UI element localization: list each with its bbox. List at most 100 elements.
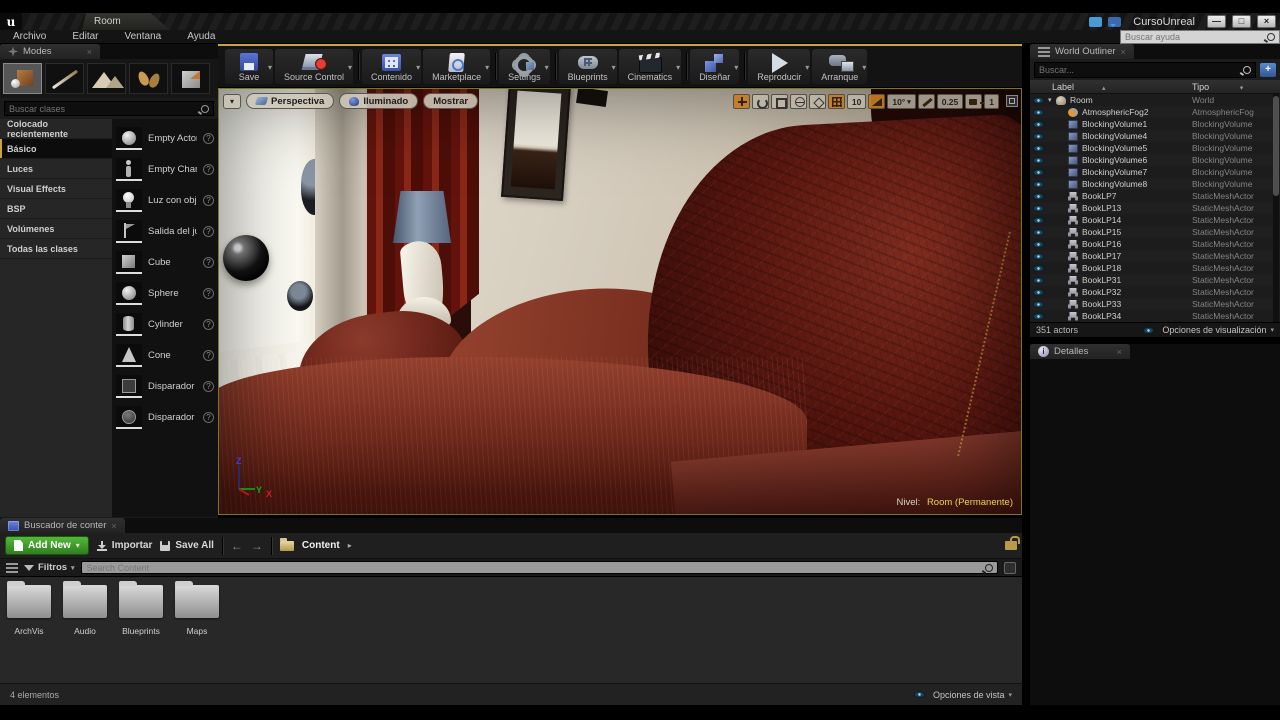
help-circle-icon[interactable]: ?: [203, 164, 214, 175]
help-circle-icon[interactable]: ?: [203, 257, 214, 268]
lit-mode-button[interactable]: Iluminado: [339, 93, 419, 109]
placeable-item[interactable]: Empty Chara ?: [112, 154, 218, 185]
help-circle-icon[interactable]: ?: [203, 350, 214, 361]
outliner-row[interactable]: BlockingVolume6 BlockingVolume: [1030, 154, 1280, 166]
mode-tool-button[interactable]: [3, 63, 42, 94]
outliner-scrollbar[interactable]: [1273, 94, 1279, 322]
outliner-row[interactable]: BookLP17 StaticMeshActor: [1030, 250, 1280, 262]
folder-item[interactable]: Blueprints: [118, 581, 164, 676]
placeable-item[interactable]: Salida del jug ?: [112, 216, 218, 247]
class-category[interactable]: BSP: [0, 199, 112, 219]
placeable-item[interactable]: Empty Actor ?: [112, 123, 218, 154]
outliner-row[interactable]: ▾ Room World: [1030, 94, 1280, 106]
tab-world-outliner[interactable]: World Outliner ×: [1030, 44, 1134, 59]
dropdown-caret-icon[interactable]: ▾: [416, 63, 420, 72]
outliner-row[interactable]: BookLP13 StaticMeshActor: [1030, 202, 1280, 214]
save-search-icon[interactable]: [1004, 561, 1016, 574]
outliner-row[interactable]: BookLP18 StaticMeshActor: [1030, 262, 1280, 274]
outliner-row[interactable]: BlockingVolume1 BlockingVolume: [1030, 118, 1280, 130]
class-category[interactable]: Colocado recientemente: [0, 119, 112, 139]
dropdown-caret-icon[interactable]: ▾: [268, 63, 272, 72]
dropdown-caret-icon[interactable]: ▾: [676, 63, 680, 72]
visibility-eye-icon[interactable]: [1033, 288, 1044, 296]
visibility-eye-icon[interactable]: [1033, 204, 1044, 212]
expand-caret-icon[interactable]: ▾: [1048, 96, 1056, 104]
scale-snap-button[interactable]: [917, 94, 935, 109]
visibility-eye-icon[interactable]: [1033, 156, 1044, 164]
rotation-snap-button[interactable]: [868, 94, 886, 109]
class-search-box[interactable]: [4, 101, 214, 116]
outliner-search-input[interactable]: [1035, 65, 1243, 75]
dropdown-caret-icon[interactable]: ▾: [862, 63, 866, 72]
dropdown-caret-icon[interactable]: ▾: [545, 63, 549, 72]
maximize-viewport-button[interactable]: [1006, 95, 1018, 107]
close-tab-icon[interactable]: ×: [1121, 47, 1126, 57]
column-type[interactable]: Tipo ▾: [1192, 82, 1280, 92]
tab-details[interactable]: i Detalles ×: [1030, 344, 1130, 359]
forum-bubble-icon[interactable]: [1108, 16, 1122, 27]
view-list-icon[interactable]: [6, 562, 18, 573]
visibility-eye-icon[interactable]: [1033, 312, 1044, 320]
create-actor-button[interactable]: +: [1260, 63, 1276, 77]
filters-button[interactable]: Filtros ▾: [24, 562, 75, 573]
close-tab-icon[interactable]: ×: [87, 47, 92, 57]
visibility-eye-icon[interactable]: [1033, 96, 1044, 104]
folder-item[interactable]: Audio: [62, 581, 108, 676]
class-category[interactable]: Básico: [0, 139, 112, 159]
maximize-button[interactable]: □: [1232, 15, 1251, 28]
column-label[interactable]: Label ▴: [1030, 82, 1192, 92]
visibility-eye-icon[interactable]: [1033, 108, 1044, 116]
outliner-row[interactable]: AtmosphericFog2 AtmosphericFog: [1030, 106, 1280, 118]
outliner-row[interactable]: BlockingVolume7 BlockingVolume: [1030, 166, 1280, 178]
visibility-eye-icon[interactable]: [1033, 144, 1044, 152]
close-tab-icon[interactable]: ×: [111, 521, 116, 531]
grid-snap-value[interactable]: 10: [846, 94, 867, 109]
grid-snap-button[interactable]: [827, 94, 845, 109]
mode-tool-button[interactable]: [129, 63, 168, 94]
outliner-row[interactable]: BookLP31 StaticMeshActor: [1030, 274, 1280, 286]
toolbar-button[interactable]: Arranque ▾: [812, 49, 868, 84]
breadcrumb-caret-icon[interactable]: ▸: [348, 541, 352, 550]
class-category[interactable]: Volúmenes: [0, 219, 112, 239]
toolbar-button[interactable]: Contenido ▾: [362, 49, 422, 84]
outliner-row[interactable]: BlockingVolume8 BlockingVolume: [1030, 178, 1280, 190]
add-new-button[interactable]: Add New ▾: [5, 536, 89, 555]
visibility-eye-icon[interactable]: [1033, 192, 1044, 200]
perspective-button[interactable]: Perspectiva: [246, 93, 335, 109]
outliner-row[interactable]: BookLP7 StaticMeshActor: [1030, 190, 1280, 202]
help-circle-icon[interactable]: ?: [203, 412, 214, 423]
help-circle-icon[interactable]: ?: [203, 319, 214, 330]
menu-item[interactable]: Archivo: [0, 31, 59, 42]
visibility-eye-icon[interactable]: [1033, 168, 1044, 176]
visibility-eye-icon[interactable]: [1033, 228, 1044, 236]
surface-snap-button[interactable]: [808, 94, 826, 109]
visibility-eye-icon[interactable]: [1033, 132, 1044, 140]
outliner-search-box[interactable]: [1034, 62, 1256, 78]
dropdown-caret-icon[interactable]: ▾: [734, 63, 738, 72]
content-search-input[interactable]: [81, 562, 985, 573]
visibility-eye-icon[interactable]: [1033, 216, 1044, 224]
toolbar-button[interactable]: Settings ▾: [499, 49, 556, 84]
placeable-item[interactable]: Disparador c ?: [112, 371, 218, 402]
forward-button[interactable]: →: [251, 539, 263, 553]
placeable-item[interactable]: Disparador c ?: [112, 402, 218, 433]
rotation-snap-value[interactable]: 10° ▾: [887, 94, 916, 109]
menu-item[interactable]: Editar: [59, 31, 111, 42]
view-options-button[interactable]: Opciones de vista ▾: [911, 690, 1012, 700]
help-circle-icon[interactable]: ?: [203, 288, 214, 299]
toolbar-button[interactable]: Diseñar ▾: [690, 49, 746, 84]
visibility-eye-icon[interactable]: [1033, 300, 1044, 308]
class-search-input[interactable]: [5, 103, 201, 114]
toolbar-button[interactable]: Reproducir ▾: [748, 49, 811, 84]
placeable-item[interactable]: Cylinder ?: [112, 309, 218, 340]
placeable-item[interactable]: Sphere ?: [112, 278, 218, 309]
lock-icon[interactable]: [1005, 536, 1020, 550]
menu-item[interactable]: Ayuda: [174, 31, 228, 42]
class-category[interactable]: Luces: [0, 159, 112, 179]
show-flags-button[interactable]: Mostrar: [423, 93, 479, 109]
rotate-tool-button[interactable]: [751, 94, 769, 109]
mode-tool-button[interactable]: [87, 63, 126, 94]
feedback-bubble-icon[interactable]: [1089, 16, 1103, 27]
outliner-row[interactable]: BookLP16 StaticMeshActor: [1030, 238, 1280, 250]
import-button[interactable]: Importar: [96, 540, 152, 551]
